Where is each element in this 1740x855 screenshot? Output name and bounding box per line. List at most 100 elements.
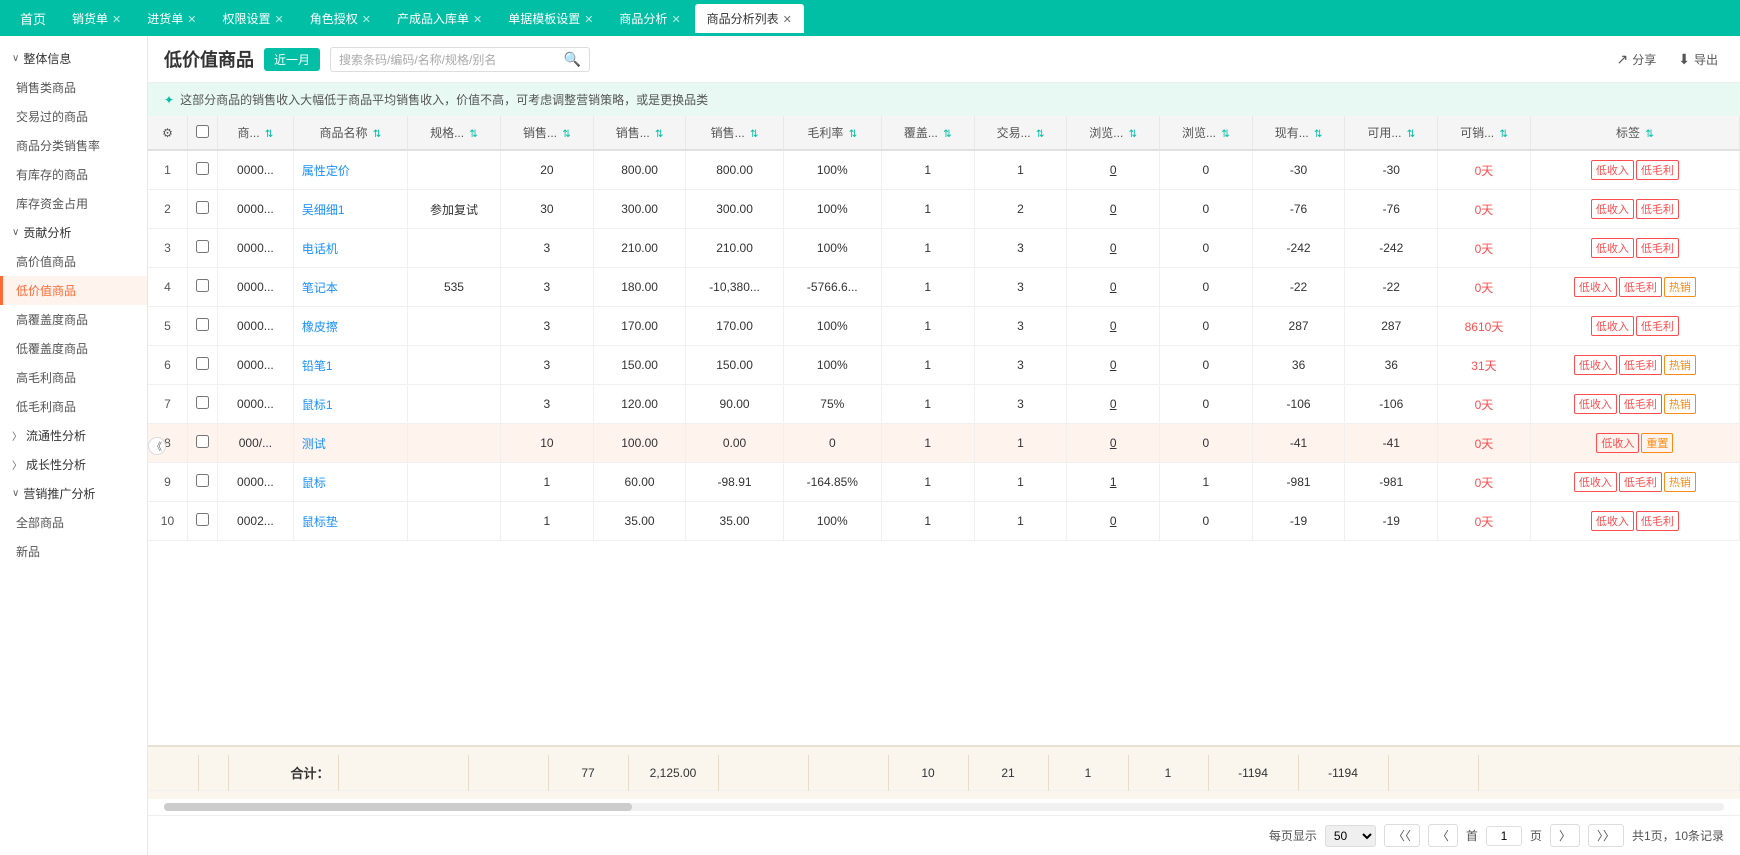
nav-product-analysis-list[interactable]: 商品分析列表✕ xyxy=(695,4,804,33)
sale-price: -10,380... xyxy=(686,268,783,307)
sidebar-item-all-products[interactable]: 全部商品 xyxy=(0,508,147,537)
nav-product-analysis[interactable]: 商品分析✕ xyxy=(607,4,692,33)
product-name[interactable]: 鼠标 xyxy=(293,463,407,502)
row-checkbox[interactable] xyxy=(196,435,209,448)
sidebar-item-category-sales[interactable]: 商品分类销售率 xyxy=(0,131,147,160)
col-sale-amt: 销售... ⇅ xyxy=(593,116,686,150)
prev-page-btn[interactable]: 〈 xyxy=(1428,824,1458,847)
sidebar-item-high-margin[interactable]: 高毛利商品 xyxy=(0,363,147,392)
product-name[interactable]: 铅笔1 xyxy=(293,346,407,385)
product-name[interactable]: 鼠标垫 xyxy=(293,502,407,541)
current-stock: -76 xyxy=(1252,190,1345,229)
product-name[interactable]: 吴细细1 xyxy=(293,190,407,229)
next-page-btn[interactable]: 〉 xyxy=(1550,824,1580,847)
browse-a[interactable]: 1 xyxy=(1067,463,1160,502)
browse-a[interactable]: 0 xyxy=(1067,307,1160,346)
row-checkbox[interactable] xyxy=(196,162,209,175)
sidebar-item-stock-products[interactable]: 有库存的商品 xyxy=(0,160,147,189)
sale-amt: 60.00 xyxy=(593,463,686,502)
select-all-checkbox[interactable] xyxy=(196,125,209,138)
scroll-track[interactable] xyxy=(164,803,1724,811)
browse-a[interactable]: 0 xyxy=(1067,229,1160,268)
tag-badge: 热销 xyxy=(1664,355,1696,375)
browse-a[interactable]: 0 xyxy=(1067,150,1160,190)
product-code: 0000... xyxy=(217,307,293,346)
nav-sales[interactable]: 销货单✕ xyxy=(60,4,133,33)
sale-qty: 3 xyxy=(501,346,594,385)
product-name[interactable]: 电话机 xyxy=(293,229,407,268)
browse-a[interactable]: 0 xyxy=(1067,502,1160,541)
sidebar-item-low-coverage[interactable]: 低覆盖度商品 xyxy=(0,334,147,363)
table-row: 2 0000... 吴细细1 参加复试 30 300.00 300.00 100… xyxy=(148,190,1740,229)
sidebar-item-low-value[interactable]: 低价值商品 xyxy=(0,276,147,305)
sale-days: 0天 xyxy=(1438,190,1531,229)
last-page-btn[interactable]: 〉〉 xyxy=(1588,824,1624,847)
current-stock: -19 xyxy=(1252,502,1345,541)
sidebar-group-contribution[interactable]: ∨ 贡献分析 xyxy=(0,218,147,247)
sale-qty: 10 xyxy=(501,424,594,463)
sidebar-collapse-btn[interactable]: 《 xyxy=(148,437,166,455)
browse-a[interactable]: 0 xyxy=(1067,268,1160,307)
sale-qty: 3 xyxy=(501,385,594,424)
sidebar-item-high-coverage[interactable]: 高覆盖度商品 xyxy=(0,305,147,334)
col-checkbox[interactable] xyxy=(187,116,217,150)
share-btn[interactable]: ↗ 分享 xyxy=(1611,48,1663,71)
sidebar-item-new-products[interactable]: 新品 xyxy=(0,537,147,566)
trade-count: 2 xyxy=(974,190,1067,229)
tag-badge: 低收入 xyxy=(1591,160,1634,180)
sale-qty: 1 xyxy=(501,463,594,502)
nav-product-in[interactable]: 产成品入库单✕ xyxy=(385,4,494,33)
product-spec xyxy=(407,307,500,346)
row-checkbox[interactable] xyxy=(196,396,209,409)
sidebar-item-stock-capital[interactable]: 库存资金占用 xyxy=(0,189,147,218)
page-size-select[interactable]: 50 100 200 xyxy=(1325,825,1376,847)
nav-template[interactable]: 单据模板设置✕ xyxy=(496,4,605,33)
product-name[interactable]: 测试 xyxy=(293,424,407,463)
filter-btn[interactable]: 近一月 xyxy=(264,48,320,71)
row-checkbox[interactable] xyxy=(196,513,209,526)
coverage: 1 xyxy=(881,424,974,463)
tag-badge: 低毛利 xyxy=(1636,238,1679,258)
col-settings[interactable]: ⚙ xyxy=(148,116,187,150)
row-checkbox[interactable] xyxy=(196,240,209,253)
product-name[interactable]: 橡皮擦 xyxy=(293,307,407,346)
row-checkbox[interactable] xyxy=(196,201,209,214)
row-checkbox[interactable] xyxy=(196,474,209,487)
info-icon: ✦ xyxy=(164,93,174,107)
sidebar-group-marketing[interactable]: ∨ 营销推广分析 xyxy=(0,479,147,508)
browse-a[interactable]: 0 xyxy=(1067,346,1160,385)
sidebar-group-flow[interactable]: 〉 流通性分析 xyxy=(0,421,147,450)
nav-purchase[interactable]: 进货单✕ xyxy=(135,4,208,33)
row-checkbox[interactable] xyxy=(196,279,209,292)
product-name[interactable]: 鼠标1 xyxy=(293,385,407,424)
nav-role[interactable]: 角色授权✕ xyxy=(298,4,383,33)
tag-badge: 低收入 xyxy=(1574,277,1617,297)
product-code: 0000... xyxy=(217,150,293,190)
row-checkbox[interactable] xyxy=(196,357,209,370)
search-placeholder: 搜索条码/编码/名称/规格/别名 xyxy=(339,51,560,68)
coverage: 1 xyxy=(881,385,974,424)
export-btn[interactable]: ⬇ 导出 xyxy=(1672,48,1724,71)
browse-a[interactable]: 0 xyxy=(1067,385,1160,424)
product-name[interactable]: 笔记本 xyxy=(293,268,407,307)
sidebar-item-low-margin[interactable]: 低毛利商品 xyxy=(0,392,147,421)
data-table: ⚙ 商... ⇅ 商品名称 ⇅ 规格... ⇅ 销售... ⇅ 销售... ⇅ … xyxy=(148,116,1740,541)
row-checkbox[interactable] xyxy=(196,318,209,331)
table-row: 8 000/... 测试 10 100.00 0.00 0 1 1 0 0 -4… xyxy=(148,424,1740,463)
sidebar-item-sales-products[interactable]: 销售类商品 xyxy=(0,73,147,102)
sidebar-group-growth[interactable]: 〉 成长性分析 xyxy=(0,450,147,479)
nav-home[interactable]: 首页 xyxy=(8,3,58,34)
first-page-btn[interactable]: 〈〈 xyxy=(1384,824,1420,847)
tags-cell: 低收入低毛利热销 xyxy=(1530,463,1739,502)
nav-permission[interactable]: 权限设置✕ xyxy=(210,4,295,33)
page-input[interactable] xyxy=(1486,826,1522,846)
browse-a[interactable]: 0 xyxy=(1067,190,1160,229)
sidebar-item-high-value[interactable]: 高价值商品 xyxy=(0,247,147,276)
sidebar-item-traded[interactable]: 交易过的商品 xyxy=(0,102,147,131)
browse-a[interactable]: 0 xyxy=(1067,424,1160,463)
product-name[interactable]: 属性定价 xyxy=(293,150,407,190)
search-box[interactable]: 搜索条码/编码/名称/规格/别名 🔍 xyxy=(330,47,590,72)
sidebar-group-overall[interactable]: ∨ 整体信息 xyxy=(0,44,147,73)
browse-b: 0 xyxy=(1160,190,1253,229)
gross-rate: 100% xyxy=(783,229,881,268)
